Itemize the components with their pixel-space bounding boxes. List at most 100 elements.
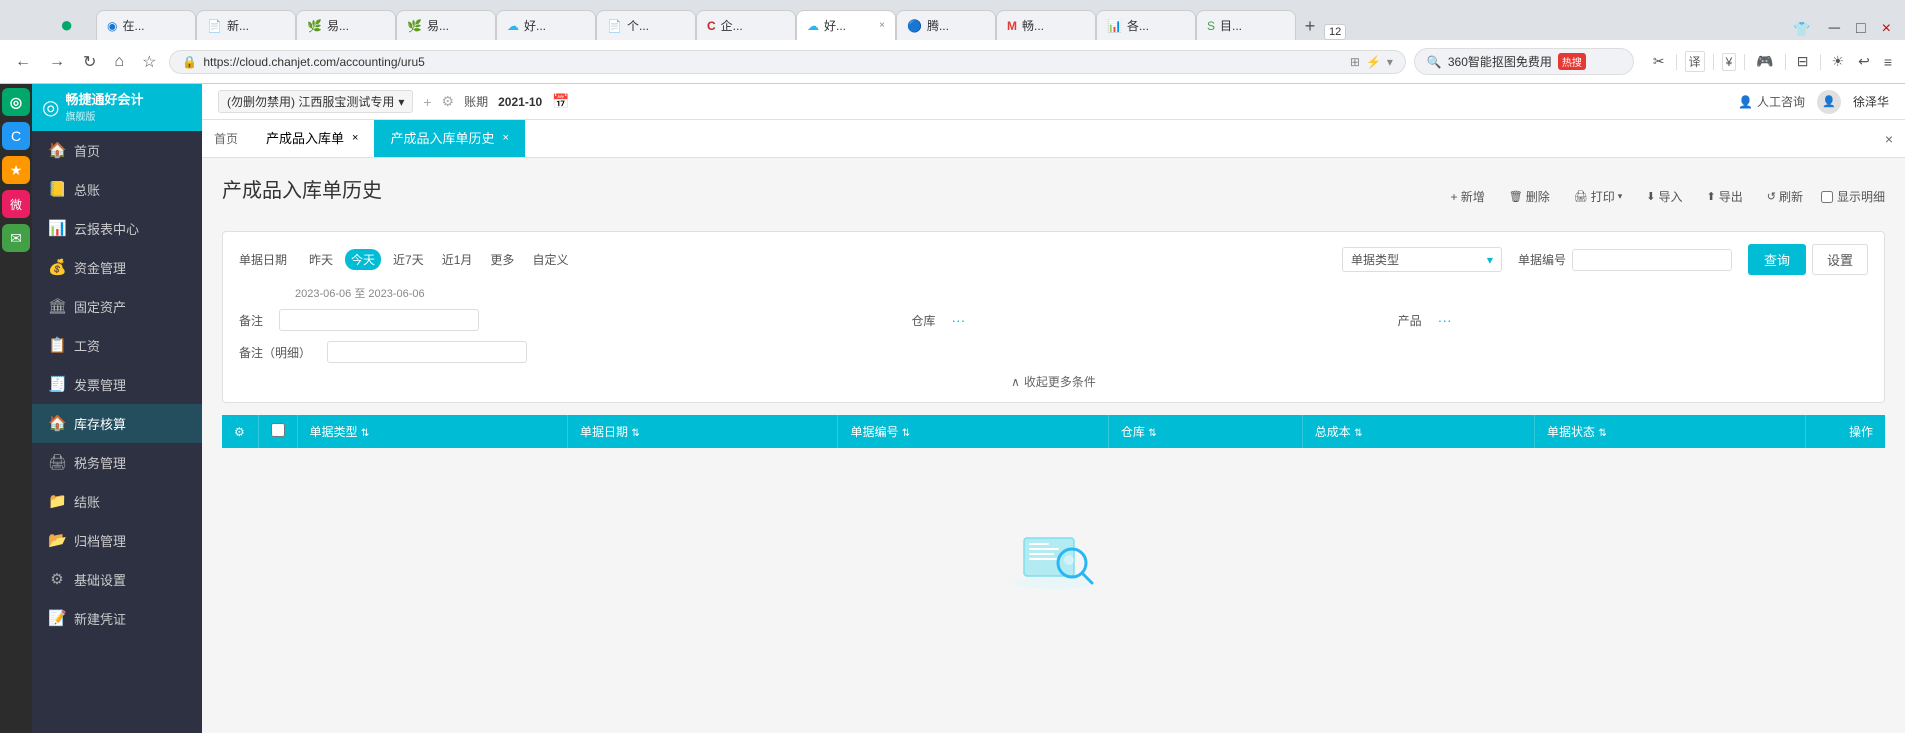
th-doc-number[interactable]: 单据编号 ⇅: [838, 415, 1108, 448]
sidebar-item-closing[interactable]: 📁 结账: [32, 482, 202, 521]
app-changjie-icon[interactable]: C: [2, 122, 30, 150]
browser-tab-5[interactable]: ☁ 好...: [496, 10, 596, 40]
show-detail-checkbox[interactable]: [1821, 191, 1833, 203]
total-cost-sort-icon[interactable]: ⇅: [1354, 428, 1362, 439]
sidebar-item-inventory[interactable]: 🏠 库存核算: [32, 404, 202, 443]
app-logo-icon[interactable]: ◎: [2, 88, 30, 116]
browser-tab-10[interactable]: M 畅...: [996, 10, 1096, 40]
remark-detail-input[interactable]: [327, 341, 527, 363]
url-box[interactable]: 🔒 https://cloud.chanjet.com/accounting/u…: [169, 50, 1406, 74]
remark-input[interactable]: [279, 309, 479, 331]
brightness-icon[interactable]: ☀: [1829, 50, 1848, 73]
doc-number-input[interactable]: [1572, 249, 1732, 271]
layout-icon[interactable]: ⊟: [1794, 50, 1812, 73]
browser-tab-3[interactable]: 🌿 易...: [296, 10, 396, 40]
period-calendar-icon[interactable]: 📅: [552, 93, 569, 110]
th-warehouse[interactable]: 仓库 ⇅: [1108, 415, 1302, 448]
tab-list[interactable]: 产成品入库单 ×: [250, 120, 374, 157]
add-button[interactable]: + 新增: [1444, 185, 1490, 208]
app-weibo-icon[interactable]: 微: [2, 190, 30, 218]
browser-tab-8[interactable]: ☁ 好... ×: [796, 10, 896, 40]
scissors-icon[interactable]: ✂: [1650, 50, 1668, 73]
date-btn-7days[interactable]: 近7天: [387, 249, 430, 270]
th-total-cost[interactable]: 总成本 ⇅: [1302, 415, 1534, 448]
doc-date-sort-icon[interactable]: ⇅: [631, 428, 639, 439]
app-star-icon[interactable]: ★: [2, 156, 30, 184]
date-btn-1month[interactable]: 近1月: [436, 249, 479, 270]
browser-tab-4[interactable]: 🌿 易...: [396, 10, 496, 40]
doc-type-filter[interactable]: 单据类型 ▾: [1342, 247, 1502, 272]
tab8-close-icon[interactable]: ×: [879, 20, 885, 31]
shirt-icon[interactable]: 👕: [1785, 19, 1818, 40]
th-doc-status[interactable]: 单据状态 ⇅: [1534, 415, 1805, 448]
sidebar-item-invoice[interactable]: 🧾 发票管理: [32, 365, 202, 404]
maximize-button[interactable]: □: [1850, 18, 1872, 40]
settings-gear-icon[interactable]: ⚙: [442, 93, 455, 110]
sidebar-item-basic-settings[interactable]: ⚙ 基础设置: [32, 560, 202, 599]
date-btn-today[interactable]: 今天: [345, 249, 381, 270]
th-doc-date[interactable]: 单据日期 ⇅: [567, 415, 837, 448]
browser-tab-7[interactable]: C 企...: [696, 10, 796, 40]
table-settings-icon[interactable]: ⚙: [234, 425, 245, 439]
game-icon[interactable]: 🎮: [1753, 50, 1776, 73]
url-dropdown-icon[interactable]: ▾: [1387, 55, 1393, 69]
delete-button[interactable]: 🗑 删除: [1503, 185, 1556, 208]
undo-icon[interactable]: ↩: [1855, 50, 1873, 73]
tab-history[interactable]: 产成品入库单历史 ×: [374, 120, 524, 157]
doc-type-sort-icon[interactable]: ⇅: [361, 428, 369, 439]
new-tab-button[interactable]: +: [1296, 12, 1324, 40]
browser-tab-1[interactable]: ◉ 在...: [96, 10, 196, 40]
sidebar-item-cloud-report[interactable]: 📊 云报表中心: [32, 209, 202, 248]
back-button[interactable]: ←: [10, 50, 36, 74]
tab-history-close-icon[interactable]: ×: [502, 132, 508, 144]
import-button[interactable]: ⬇ 导入: [1640, 185, 1688, 208]
service-button[interactable]: 👤 人工咨询: [1738, 93, 1805, 110]
add-company-icon[interactable]: +: [423, 94, 431, 110]
sidebar-item-home[interactable]: 🏠 首页: [32, 131, 202, 170]
warehouse-sort-icon[interactable]: ⇅: [1148, 428, 1156, 439]
browser-tab-11[interactable]: 📊 各...: [1096, 10, 1196, 40]
filter-settings-button[interactable]: 设置: [1812, 244, 1868, 275]
doc-status-sort-icon[interactable]: ⇅: [1598, 428, 1606, 439]
url-lightning-icon[interactable]: ⚡: [1366, 55, 1381, 69]
th-settings[interactable]: ⚙: [222, 415, 258, 448]
more-icon[interactable]: ≡: [1881, 51, 1895, 73]
user-avatar[interactable]: 👤: [1817, 90, 1841, 114]
page-close-button[interactable]: ×: [1873, 123, 1905, 155]
sidebar-item-new-voucher[interactable]: 📝 新建凭证: [32, 599, 202, 638]
sidebar-item-payroll[interactable]: 📋 工资: [32, 326, 202, 365]
browser-tab-12[interactable]: S 目...: [1196, 10, 1296, 40]
breadcrumb-home[interactable]: 首页: [202, 122, 250, 155]
close-window-button[interactable]: ×: [1876, 18, 1897, 40]
select-all-checkbox[interactable]: [271, 423, 285, 437]
sidebar-item-archive[interactable]: 📂 归档管理: [32, 521, 202, 560]
sidebar-item-fixed-asset[interactable]: 🏛 固定资产: [32, 287, 202, 326]
translate-icon[interactable]: 译: [1685, 51, 1705, 72]
sidebar-item-ledger[interactable]: 📒 总账: [32, 170, 202, 209]
browser-tab-9[interactable]: 🔵 腾...: [896, 10, 996, 40]
sidebar-item-tax[interactable]: 🖨 税务管理: [32, 443, 202, 482]
product-more-icon[interactable]: ···: [1438, 312, 1452, 328]
browser-tab-6[interactable]: 📄 个...: [596, 10, 696, 40]
tab-list-close-icon[interactable]: ×: [352, 132, 358, 144]
th-doc-type[interactable]: 单据类型 ⇅: [297, 415, 567, 448]
minimize-button[interactable]: ─: [1823, 18, 1846, 40]
browser-tab-2[interactable]: 📄 新...: [196, 10, 296, 40]
url-grid-icon[interactable]: ⊞: [1350, 55, 1360, 69]
refresh-button[interactable]: ↺ 刷新: [1761, 185, 1809, 208]
search-box[interactable]: 🔍 360智能抠图免费用 热搜: [1414, 48, 1634, 75]
bookmark-button[interactable]: ☆: [137, 49, 161, 75]
date-btn-more[interactable]: 更多: [484, 249, 520, 270]
export-button[interactable]: ⬆ 导出: [1701, 185, 1749, 208]
date-btn-yesterday[interactable]: 昨天: [303, 249, 339, 270]
doc-number-sort-icon[interactable]: ⇅: [902, 428, 910, 439]
warehouse-more-icon[interactable]: ···: [951, 312, 965, 328]
query-button[interactable]: 查询: [1748, 244, 1806, 275]
date-btn-custom[interactable]: 自定义: [526, 249, 574, 270]
yen-icon[interactable]: ¥: [1722, 53, 1737, 71]
home-button[interactable]: ⌂: [109, 50, 129, 74]
forward-button[interactable]: →: [44, 50, 70, 74]
print-button[interactable]: 🖨 打印 ▾: [1568, 185, 1629, 208]
app-email-icon[interactable]: ✉: [2, 224, 30, 252]
th-checkbox[interactable]: [258, 415, 297, 448]
